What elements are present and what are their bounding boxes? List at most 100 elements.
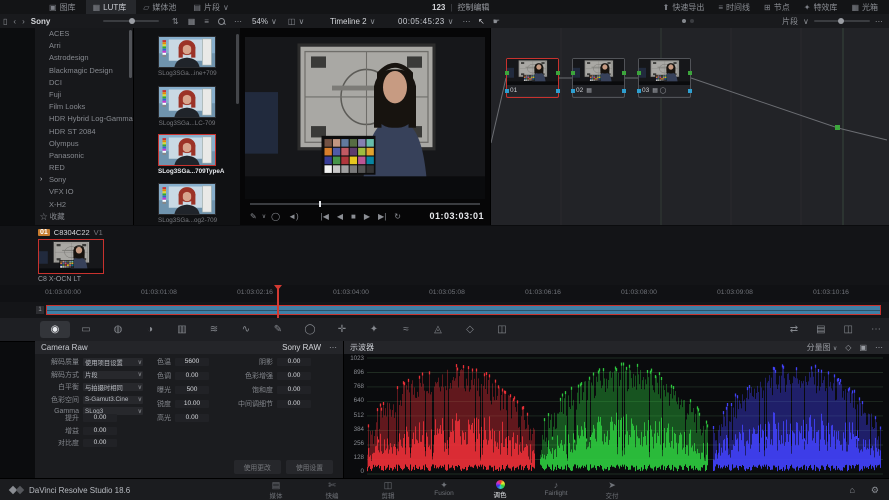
forward-arrow[interactable]: › bbox=[22, 17, 25, 26]
value-field[interactable]: 0.00 bbox=[175, 414, 209, 422]
value-field[interactable]: 0.00 bbox=[83, 439, 117, 447]
corrector-node[interactable]: 02▦ bbox=[572, 58, 625, 98]
panel-toggle-button[interactable]: ▦ 光箱 bbox=[844, 0, 885, 14]
palette-icon[interactable]: ▥ bbox=[166, 324, 198, 335]
dropdown[interactable]: S-Gamut3.Cine∨ bbox=[83, 396, 143, 404]
use-settings-button[interactable]: 使用设置 bbox=[286, 460, 333, 474]
palette-icon[interactable]: ✛ bbox=[326, 324, 358, 335]
panel-toggle-button[interactable]: ▤ 片段 ∨ bbox=[186, 0, 235, 14]
panel-toggle-button[interactable]: ⬆ 快速导出 bbox=[656, 0, 712, 14]
value-field[interactable]: 0.00 bbox=[83, 427, 117, 435]
timeline-clip-bar[interactable] bbox=[46, 305, 881, 315]
corrector-node[interactable]: 03▦ ◯ bbox=[638, 58, 691, 98]
palette-icon[interactable]: ◫ bbox=[486, 324, 518, 335]
play-button[interactable]: ▶ bbox=[364, 212, 370, 221]
lut-category-item[interactable]: › Sony bbox=[35, 174, 133, 186]
grid-view-icon[interactable]: ▦ bbox=[188, 17, 196, 26]
dropdown[interactable]: 片段∨ bbox=[83, 371, 143, 379]
node-view-select[interactable]: 片段 bbox=[782, 16, 798, 27]
palette-icon[interactable]: ∿ bbox=[230, 324, 262, 335]
lut-preview-item[interactable]: SLog3SGa...LC-709 bbox=[158, 86, 216, 127]
lut-options-icon[interactable]: ⋯ bbox=[234, 17, 242, 26]
loop-button[interactable]: ↻ bbox=[394, 212, 401, 221]
lut-preview-item[interactable]: SLog3SGa...709TypeA bbox=[158, 134, 216, 175]
page-tab[interactable]: ✄ 快编 bbox=[304, 480, 360, 500]
page-dot[interactable] bbox=[682, 19, 686, 23]
lut-category-item[interactable]: Olympus bbox=[35, 138, 133, 150]
value-field[interactable]: 500 bbox=[175, 386, 209, 394]
palette-icon[interactable]: ◬ bbox=[422, 324, 454, 335]
panel-toggle-button[interactable]: ▱ 媒体池 bbox=[136, 0, 186, 14]
lut-preview-item[interactable]: SLog3SGa...og2-709 bbox=[158, 183, 216, 224]
thumbs-scrollbar[interactable] bbox=[236, 34, 239, 104]
scope-mode-select[interactable]: 分量图 ∨ bbox=[807, 342, 838, 353]
palette-icon[interactable]: ◑ bbox=[134, 324, 166, 335]
page-tab[interactable]: ♪ Fairlight bbox=[528, 480, 584, 500]
viewer-options-icon[interactable]: ⋯ bbox=[463, 17, 471, 26]
lut-category-item[interactable]: HDR Hybrid Log-Gamma bbox=[35, 113, 133, 125]
palette-icon[interactable]: ◇ bbox=[454, 324, 486, 335]
page-dot[interactable] bbox=[690, 19, 694, 23]
value-field[interactable]: 0.00 bbox=[277, 400, 311, 408]
value-field[interactable]: 10.00 bbox=[175, 400, 209, 408]
timeline-ruler[interactable]: 01:03:00:0001:03:01:0801:03:02:1601:03:0… bbox=[0, 285, 889, 303]
use-changes-button[interactable]: 使用更改 bbox=[234, 460, 281, 474]
lut-category-item[interactable]: Blackmagic Design bbox=[35, 65, 133, 77]
palette-icon[interactable]: ◍ bbox=[102, 324, 134, 335]
selection-tool-icon[interactable]: ↖ bbox=[478, 17, 485, 26]
timeline-clip-thumbnail[interactable] bbox=[38, 239, 104, 274]
panel-toggle-button[interactable]: ▣ 图库 bbox=[42, 0, 86, 14]
dropdown[interactable]: 使用项目设置∨ bbox=[83, 358, 143, 366]
pan-hand-icon[interactable]: ☛ bbox=[493, 17, 500, 26]
value-field[interactable]: 0.00 bbox=[175, 372, 209, 380]
lut-category-item[interactable]: X-H2 bbox=[35, 199, 133, 211]
value-field[interactable]: 0.00 bbox=[277, 358, 311, 366]
sidebar-scrollbar[interactable] bbox=[129, 30, 132, 78]
value-field[interactable]: 5600 bbox=[175, 358, 209, 366]
stop-button[interactable]: ■ bbox=[351, 212, 356, 221]
scope-expand-icon[interactable]: ◇ bbox=[845, 343, 851, 352]
corrector-node[interactable]: 01 bbox=[506, 58, 559, 98]
go-to-end-button[interactable]: ▶| bbox=[378, 212, 386, 221]
timeline-select[interactable]: Timeline 2 bbox=[330, 17, 367, 26]
lut-category-item[interactable]: Astrodesign bbox=[35, 52, 133, 64]
project-manager-icon[interactable]: ⌂ bbox=[849, 485, 854, 496]
lut-favorites-item[interactable]: ☆ 收藏 bbox=[35, 211, 133, 223]
panel-toggle-button[interactable]: ≡ 时间线 bbox=[711, 0, 757, 14]
sort-icon[interactable]: ⇅ bbox=[172, 17, 179, 26]
viewer-video[interactable] bbox=[245, 37, 485, 199]
palette-icon[interactable]: ⋯ bbox=[871, 324, 881, 335]
thumb-size-slider[interactable] bbox=[103, 20, 159, 22]
viewer-scrubber[interactable] bbox=[250, 203, 480, 205]
viewer-zoom-select[interactable]: 54% bbox=[252, 17, 268, 26]
palette-icon[interactable]: ≈ bbox=[390, 324, 422, 335]
scope-fullscreen-icon[interactable]: ▣ bbox=[859, 343, 867, 352]
value-field[interactable]: 0.00 bbox=[277, 372, 311, 380]
lut-category-item[interactable]: HDR ST 2084 bbox=[35, 126, 133, 138]
go-to-start-button[interactable]: |◀ bbox=[321, 212, 329, 221]
value-field[interactable]: 0.00 bbox=[277, 386, 311, 394]
palette-icon[interactable]: ✦ bbox=[358, 324, 390, 335]
node-zoom-slider[interactable] bbox=[814, 20, 870, 22]
lut-category-item[interactable]: ACES bbox=[35, 28, 133, 40]
lut-category-item[interactable]: Fuji bbox=[35, 89, 133, 101]
lut-category-item[interactable]: Arri bbox=[35, 40, 133, 52]
scope-options-icon[interactable]: ⋯ bbox=[875, 343, 883, 352]
panel-options-icon[interactable]: ⋯ bbox=[329, 343, 337, 352]
audio-mute-icon[interactable]: ◄) bbox=[288, 212, 299, 221]
lut-category-item[interactable]: DCI bbox=[35, 77, 133, 89]
page-tab[interactable]: ➤ 交付 bbox=[584, 480, 640, 500]
gallery-panel-icon[interactable]: ▯ bbox=[3, 17, 7, 26]
panel-toggle-button[interactable]: ▦ LUT库 bbox=[86, 0, 137, 14]
lut-category-item[interactable]: Panasonic bbox=[35, 150, 133, 162]
bypass-grade-icon[interactable]: ◯ bbox=[271, 212, 280, 221]
image-wipe-icon[interactable]: ◫ bbox=[288, 17, 296, 26]
page-tab[interactable]: ✦ Fusion bbox=[416, 480, 472, 500]
search-icon[interactable] bbox=[218, 18, 225, 25]
project-settings-gear-icon[interactable]: ⚙ bbox=[871, 485, 879, 496]
palette-icon[interactable]: ▤ bbox=[816, 324, 825, 335]
list-view-icon[interactable]: ≡ bbox=[204, 17, 209, 26]
page-tab[interactable]: ◫ 剪辑 bbox=[360, 480, 416, 500]
dropdown[interactable]: 与拍摄时相同∨ bbox=[83, 383, 143, 391]
node-options-icon[interactable]: ⋯ bbox=[875, 17, 883, 26]
